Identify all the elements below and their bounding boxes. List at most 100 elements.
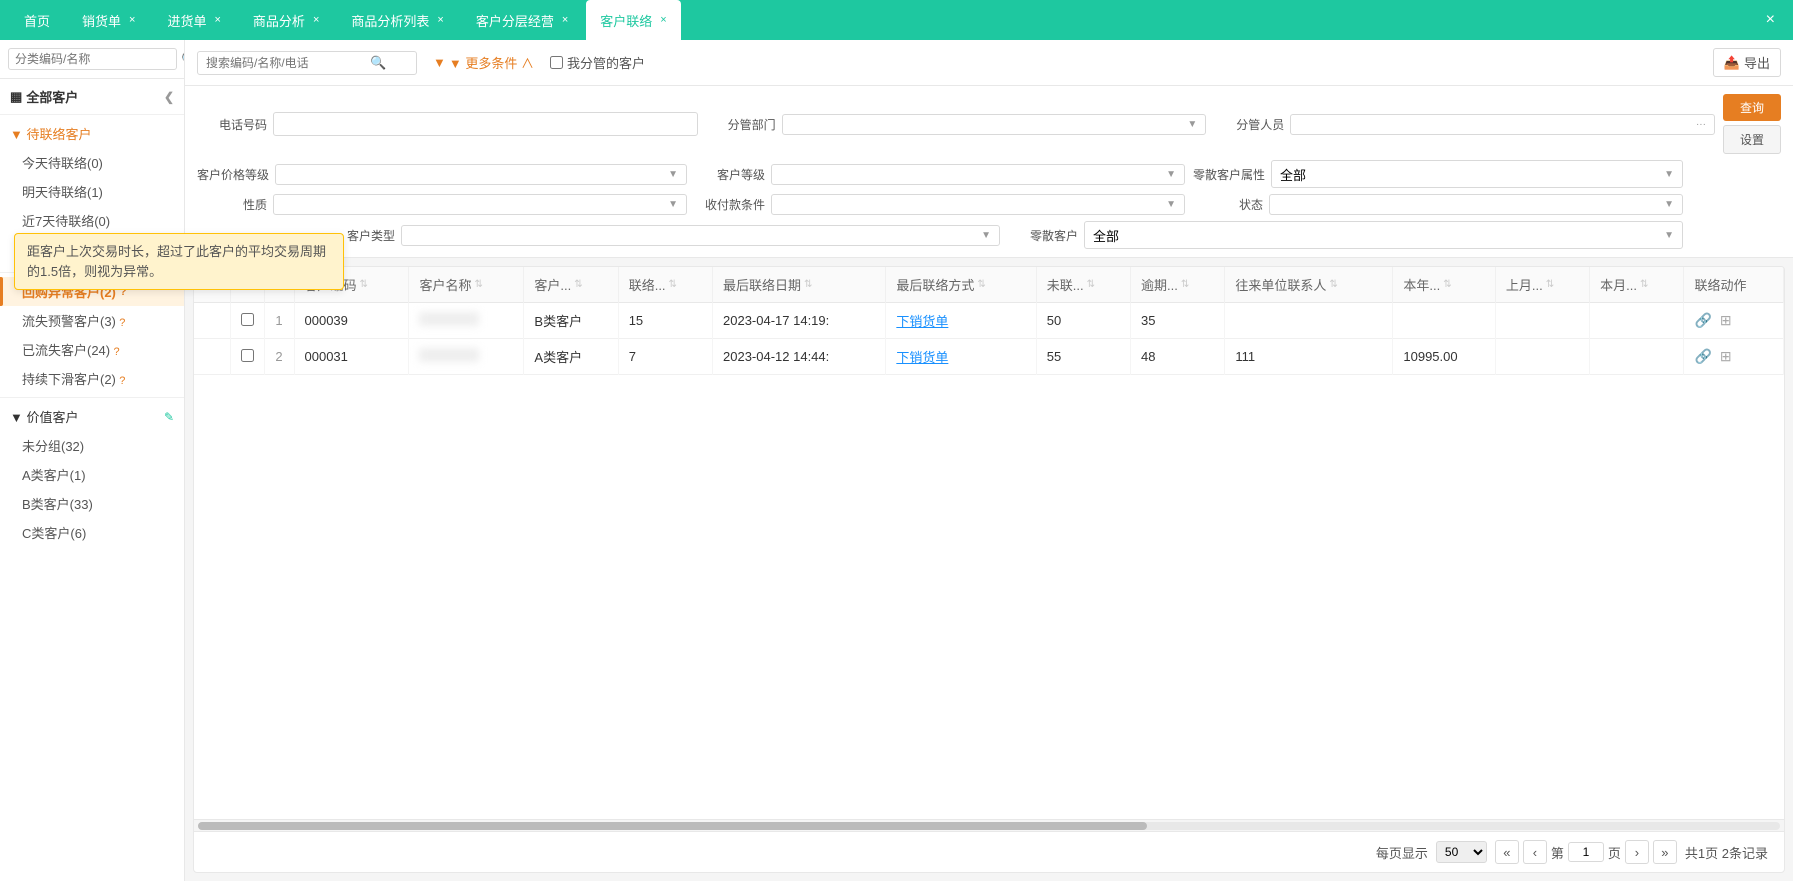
next-page-button[interactable]: › [1625, 840, 1649, 864]
filter-phone-input[interactable] [273, 112, 698, 136]
my-customer-checkbox[interactable] [550, 56, 563, 69]
close-customer-tier-tab[interactable]: × [562, 14, 568, 26]
filter-row-3: 性质 ▼ 收付款条件 ▼ 状态 [197, 194, 1781, 215]
search-box: 🔍 [197, 51, 417, 75]
nav-tab-product-analysis[interactable]: 商品分析 × [239, 0, 333, 40]
per-page-select[interactable]: 50 100 200 [1436, 841, 1487, 863]
filter-payment-select[interactable]: ▼ [771, 194, 1185, 215]
sidebar-item-class-c[interactable]: C类客户(6) [0, 518, 184, 547]
sidebar-item-declining[interactable]: 持续下滑客户(2) ? [0, 364, 184, 393]
col-name-header[interactable]: 客户名称 ⇅ [409, 267, 524, 303]
page-number-input[interactable] [1568, 842, 1604, 862]
row2-grid-icon[interactable]: ⊞ [1720, 348, 1732, 365]
col-last-month-header[interactable]: 上月... ⇅ [1495, 267, 1589, 303]
col-no-contact-header[interactable]: 未联... ⇅ [1036, 267, 1130, 303]
scroll-track [198, 822, 1780, 830]
filter-department: 分管部门 ▼ [706, 114, 1207, 135]
row1-this-year [1393, 303, 1495, 339]
col-this-year-header[interactable]: 本年... ⇅ [1393, 267, 1495, 303]
dept-down-arrow: ▼ [1187, 119, 1197, 130]
row2-last-way[interactable]: 下销货单 [886, 339, 1036, 375]
horizontal-scrollbar[interactable] [194, 819, 1784, 831]
nav-tab-customer-contact[interactable]: 客户联络 × [586, 0, 680, 40]
filter-scatter-cust-select[interactable]: 全部 ▼ [1084, 221, 1683, 249]
filter-phone-label: 电话号码 [197, 116, 267, 133]
filter-type-select[interactable]: ▼ [401, 225, 1000, 246]
search-input[interactable] [206, 56, 366, 70]
churned-info-icon[interactable]: ? [113, 346, 119, 358]
nav-tab-home[interactable]: 首页 [10, 0, 64, 40]
filter-nature: 性质 ▼ [197, 194, 687, 215]
nav-tab-customer-tier[interactable]: 客户分层经营 × [462, 0, 582, 40]
window-close-button[interactable]: × [1758, 11, 1783, 29]
query-button[interactable]: 查询 [1723, 94, 1781, 121]
filter-level-select[interactable]: ▼ [771, 164, 1185, 185]
filter-status-select[interactable]: ▼ [1269, 194, 1683, 215]
row1-grid-icon[interactable]: ⊞ [1720, 312, 1732, 329]
pending-section-title[interactable]: ▼ 待联络客户 [0, 119, 184, 148]
nav-tab-product-analysis-list[interactable]: 商品分析列表 × [337, 0, 457, 40]
group-edit-icon[interactable]: ✎ [164, 410, 174, 424]
table-wrapper[interactable]: ⚙ 客户编码 ⇅ [194, 267, 1784, 819]
close-analysis-list-tab[interactable]: × [437, 14, 443, 26]
filter-customer-type: 客户类型 ▼ [325, 225, 1000, 246]
pagination-bar: 每页显示 50 100 200 « ‹ 第 页 › » 共1页 2条记录 [194, 831, 1784, 872]
nav-tab-purchase[interactable]: 进货单 × [153, 0, 234, 40]
sidebar-collapse-icon[interactable]: ❮ [164, 90, 174, 104]
row1-checkbox[interactable] [241, 313, 254, 326]
row2-code[interactable]: 000031 [294, 339, 409, 375]
status-down-arrow: ▼ [1664, 199, 1674, 210]
filter-price-select[interactable]: ▼ [275, 164, 687, 185]
sidebar-item-today[interactable]: 今天待联络(0) [0, 148, 184, 177]
declining-info-icon[interactable]: ? [119, 375, 125, 387]
sidebar-item-tomorrow[interactable]: 明天待联络(1) [0, 177, 184, 206]
search-icon[interactable]: 🔍 [370, 55, 386, 71]
col-type-header[interactable]: 客户... ⇅ [524, 267, 618, 303]
sidebar-item-class-b[interactable]: B类客户(33) [0, 489, 184, 518]
filter-price-level: 客户价格等级 ▼ [197, 164, 687, 185]
row1-contact-count: 15 [618, 303, 712, 339]
value-customer-group-title[interactable]: ▼ 价值客户 ✎ [0, 402, 184, 431]
row1-last-way[interactable]: 下销货单 [886, 303, 1036, 339]
row2-link-icon[interactable]: 🔗 [1694, 348, 1711, 365]
export-button[interactable]: 📤 导出 [1713, 48, 1781, 77]
filter-dept-select[interactable]: ▼ [782, 114, 1207, 135]
row2-overdue: 48 [1131, 339, 1225, 375]
top-navigation: 首页 销货单 × 进货单 × 商品分析 × 商品分析列表 × 客户分层经营 × … [0, 0, 1793, 40]
churn-warning-info-icon[interactable]: ? [119, 317, 125, 329]
total-records: 共1页 2条记录 [1685, 843, 1768, 862]
close-customer-contact-tab[interactable]: × [660, 14, 666, 26]
sidebar-all-customers[interactable]: ▦ 全部客户 ❮ [0, 79, 184, 115]
content-area: 🔍 ▼ ▼ 更多条件 ∧ 我分管的客户 📤 导出 电话号码 [185, 40, 1793, 881]
sidebar-item-churn-warning[interactable]: 流失预警客户(3) ? [0, 306, 184, 335]
row2-checkbox[interactable] [241, 349, 254, 362]
col-this-month-header[interactable]: 本月... ⇅ [1590, 267, 1684, 303]
scroll-thumb[interactable] [198, 822, 1147, 830]
row1-link-icon[interactable]: 🔗 [1694, 312, 1711, 329]
more-filter-button[interactable]: ▼ ▼ 更多条件 ∧ [425, 49, 542, 76]
sidebar-item-ungrouped[interactable]: 未分组(32) [0, 431, 184, 460]
filter-scatter-select[interactable]: 全部 ▼ [1271, 160, 1683, 188]
col-overdue-header[interactable]: 逾期... ⇅ [1131, 267, 1225, 303]
sidebar-search-input[interactable] [8, 48, 177, 70]
sidebar-item-class-a[interactable]: A类客户(1) [0, 460, 184, 489]
settings-button[interactable]: 设置 [1723, 125, 1781, 154]
close-sales-tab[interactable]: × [129, 14, 135, 26]
filter-nature-select[interactable]: ▼ [273, 194, 687, 215]
col-unit-contact-header[interactable]: 往来单位联系人 ⇅ [1225, 267, 1393, 303]
sidebar: 🔍 ▦ 全部客户 ❮ ▼ 待联络客户 今天待联络(0) 明天待联络(1) 近7天… [0, 40, 185, 881]
nav-tab-sales[interactable]: 销货单 × [68, 0, 149, 40]
sidebar-item-7days[interactable]: 近7天待联络(0) [0, 206, 184, 235]
col-contact-count-header[interactable]: 联络... ⇅ [618, 267, 712, 303]
prev-page-button[interactable]: ‹ [1523, 840, 1547, 864]
sidebar-item-churned[interactable]: 已流失客户(24) ? [0, 335, 184, 364]
close-purchase-tab[interactable]: × [214, 14, 220, 26]
row1-code[interactable]: 000039 [294, 303, 409, 339]
close-analysis-tab[interactable]: × [313, 14, 319, 26]
toolbar: 🔍 ▼ ▼ 更多条件 ∧ 我分管的客户 📤 导出 [185, 40, 1793, 86]
first-page-button[interactable]: « [1495, 840, 1519, 864]
col-last-way-header[interactable]: 最后联络方式 ⇅ [886, 267, 1036, 303]
last-page-button[interactable]: » [1653, 840, 1677, 864]
col-last-date-header[interactable]: 最后联络日期 ⇅ [713, 267, 886, 303]
filter-manager-select[interactable]: ··· [1290, 114, 1715, 135]
